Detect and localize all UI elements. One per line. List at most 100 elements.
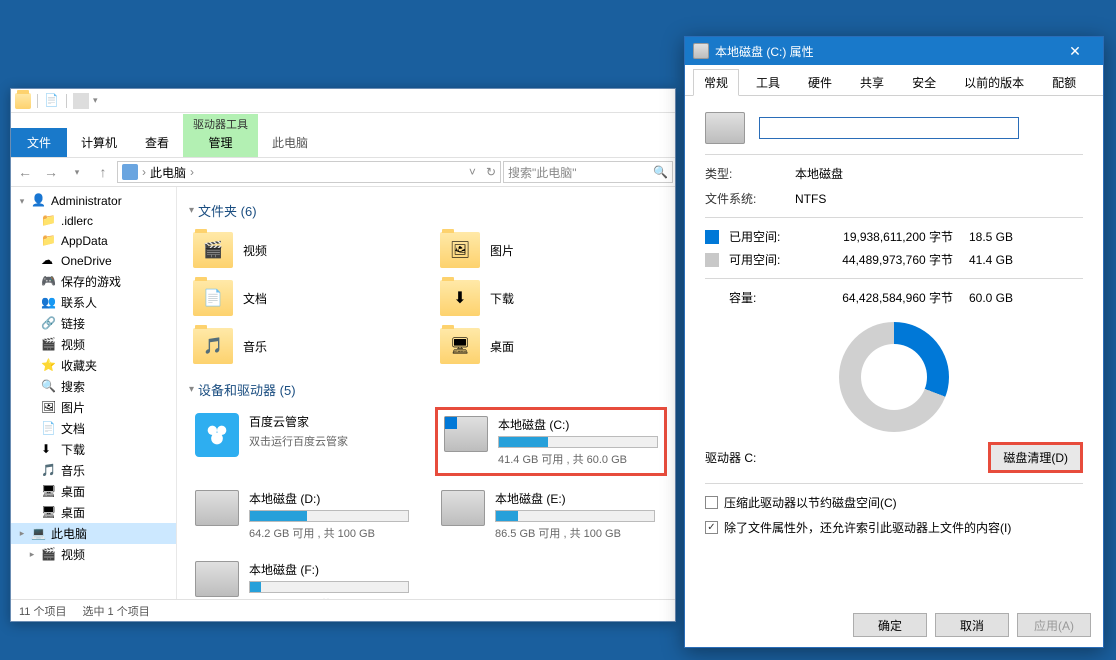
props-tab[interactable]: 硬件	[797, 69, 843, 95]
window-title: 此电脑	[258, 128, 322, 157]
back-button[interactable]: ←	[13, 160, 37, 184]
capacity-size: 60.0 GB	[953, 291, 1013, 305]
free-bytes: 44,489,973,760 字节	[803, 251, 953, 268]
link-icon: 🔗	[41, 316, 57, 332]
doc-folder-icon: 📄	[193, 280, 233, 316]
item-sub: 双击运行百度云管家	[249, 433, 409, 449]
explorer-icon	[15, 93, 31, 109]
video-folder-icon: 🎬	[193, 232, 233, 268]
tab-computer[interactable]: 计算机	[67, 128, 131, 157]
index-checkbox[interactable]: ✓	[705, 521, 718, 534]
used-size: 18.5 GB	[953, 230, 1013, 244]
apply-button[interactable]: 应用(A)	[1017, 613, 1091, 637]
item-name: 百度云管家	[249, 413, 409, 430]
tree-item[interactable]: ▾👤Administrator	[11, 191, 176, 211]
quick-access-toolbar: 📄 ▾	[11, 89, 675, 113]
nav-tree[interactable]: ▾👤Administrator📁.idlerc📁AppData☁OneDrive…	[11, 187, 177, 599]
drive-item[interactable]: 本地磁盘 (C:)41.4 GB 可用 , 共 60.0 GB	[435, 407, 667, 476]
expand-icon[interactable]: ▸	[27, 549, 37, 560]
folder-item[interactable]: 📄 文档	[189, 276, 416, 320]
tree-item[interactable]: ⭐收藏夹	[11, 355, 176, 376]
qat-dropdown-icon[interactable]: ▾	[93, 95, 98, 106]
group-drives-header[interactable]: ▾ 设备和驱动器 (5)	[189, 380, 663, 399]
props-tab[interactable]: 配额	[1041, 69, 1087, 95]
tree-item[interactable]: 🖥桌面	[11, 481, 176, 502]
context-title: 驱动器工具	[193, 116, 248, 132]
search-icon[interactable]: 🔍	[653, 165, 668, 179]
cloud-icon: ☁	[41, 253, 57, 269]
drive-usage-bar	[249, 510, 409, 522]
chevron-right-icon[interactable]: ›	[190, 165, 194, 179]
desktop-icon: 🖥	[41, 505, 57, 521]
tree-item[interactable]: 🖼图片	[11, 397, 176, 418]
tree-item[interactable]: 🔍搜索	[11, 376, 176, 397]
props-tab[interactable]: 以前的版本	[953, 69, 1035, 95]
drive-item[interactable]: 本地磁盘 (E:)86.5 GB 可用 , 共 100 GB	[435, 484, 667, 547]
up-button[interactable]: ↑	[91, 160, 115, 184]
folder-item[interactable]: 🎬视频	[189, 228, 416, 272]
tree-item[interactable]: 📁.idlerc	[11, 211, 176, 231]
search-icon: 🔍	[41, 379, 57, 395]
drive-item[interactable]: 本地磁盘 (D:)64.2 GB 可用 , 共 100 GB	[189, 484, 415, 547]
tree-item[interactable]: 🎮保存的游戏	[11, 271, 176, 292]
search-input[interactable]: 搜索"此电脑" 🔍	[503, 161, 673, 183]
tab-view[interactable]: 查看	[131, 128, 183, 157]
refresh-icon[interactable]: ↻	[486, 165, 496, 179]
tree-item[interactable]: 👥联系人	[11, 292, 176, 313]
folder-item[interactable]: ⬇下载	[436, 276, 663, 320]
expand-icon[interactable]: ▸	[17, 528, 27, 539]
breadcrumb[interactable]: › 此电脑 › ˅ ↻	[117, 161, 501, 183]
ribbon-contextual-drive-tools[interactable]: 驱动器工具 管理	[183, 114, 258, 157]
download-folder-icon: ⬇	[440, 280, 480, 316]
capacity-label: 容量:	[729, 289, 803, 306]
tree-item-label: 保存的游戏	[61, 273, 121, 290]
compress-checkbox[interactable]	[705, 496, 718, 509]
tab-file[interactable]: 文件	[11, 128, 67, 157]
tab-manage[interactable]: 管理	[193, 132, 248, 151]
tree-item[interactable]: ▸💻此电脑	[11, 523, 176, 544]
cancel-button[interactable]: 取消	[935, 613, 1009, 637]
disk-cleanup-button[interactable]: 磁盘清理(D)	[988, 442, 1083, 473]
tree-item[interactable]: 📄文档	[11, 418, 176, 439]
props-tab[interactable]: 共享	[849, 69, 895, 95]
props-tab[interactable]: 安全	[901, 69, 947, 95]
tree-item[interactable]: ▸🎬视频	[11, 544, 176, 565]
tree-item[interactable]: 🎵音乐	[11, 460, 176, 481]
folder-item[interactable]: 🎵音乐	[189, 324, 416, 368]
qat-properties-icon[interactable]: 📄	[44, 93, 60, 109]
props-tab[interactable]: 常规	[693, 69, 739, 96]
hard-disk-icon	[195, 490, 239, 526]
chevron-down-icon[interactable]: ˅	[469, 165, 476, 179]
recent-dropdown[interactable]: ▾	[65, 160, 89, 184]
folder-name: 文档	[243, 290, 267, 307]
dialog-titlebar[interactable]: 本地磁盘 (C:) 属性 ✕	[685, 37, 1103, 65]
folder-item[interactable]: 🖥桌面	[436, 324, 663, 368]
group-folders-header[interactable]: ▾ 文件夹 (6)	[189, 201, 663, 220]
tree-item[interactable]: 🔗链接	[11, 313, 176, 334]
forward-button[interactable]: →	[39, 160, 63, 184]
drive-usage-bar	[249, 581, 409, 593]
props-tabs: 常规工具硬件共享安全以前的版本配额	[685, 65, 1103, 96]
breadcrumb-this-pc[interactable]: 此电脑	[150, 164, 186, 181]
folder-item[interactable]: 🖼图片	[436, 228, 663, 272]
video-icon: 🎬	[41, 337, 57, 353]
tree-item[interactable]: 🎬视频	[11, 334, 176, 355]
ok-button[interactable]: 确定	[853, 613, 927, 637]
capacity-bytes: 64,428,584,960 字节	[803, 289, 953, 306]
tree-item-label: 音乐	[61, 462, 85, 479]
tree-item[interactable]: ⬇下载	[11, 439, 176, 460]
status-selected: 选中 1 个项目	[82, 603, 149, 619]
tree-item[interactable]: 🖥桌面	[11, 502, 176, 523]
tree-item[interactable]: ☁OneDrive	[11, 251, 176, 271]
qat-item[interactable]	[73, 93, 89, 109]
tree-item[interactable]: 📁AppData	[11, 231, 176, 251]
baidu-cloud-item[interactable]: 百度云管家双击运行百度云管家	[189, 407, 415, 476]
close-button[interactable]: ✕	[1055, 43, 1095, 60]
props-tab[interactable]: 工具	[745, 69, 791, 95]
volume-label-input[interactable]	[759, 117, 1019, 139]
expand-icon[interactable]: ▾	[17, 196, 27, 207]
drive-item[interactable]: 本地磁盘 (F:)190 GB 可用 , 共 205 GB	[189, 555, 415, 599]
group-folders-label: 文件夹 (6)	[198, 201, 257, 220]
hard-disk-icon	[444, 416, 488, 452]
tree-item-label: 此电脑	[51, 525, 87, 542]
